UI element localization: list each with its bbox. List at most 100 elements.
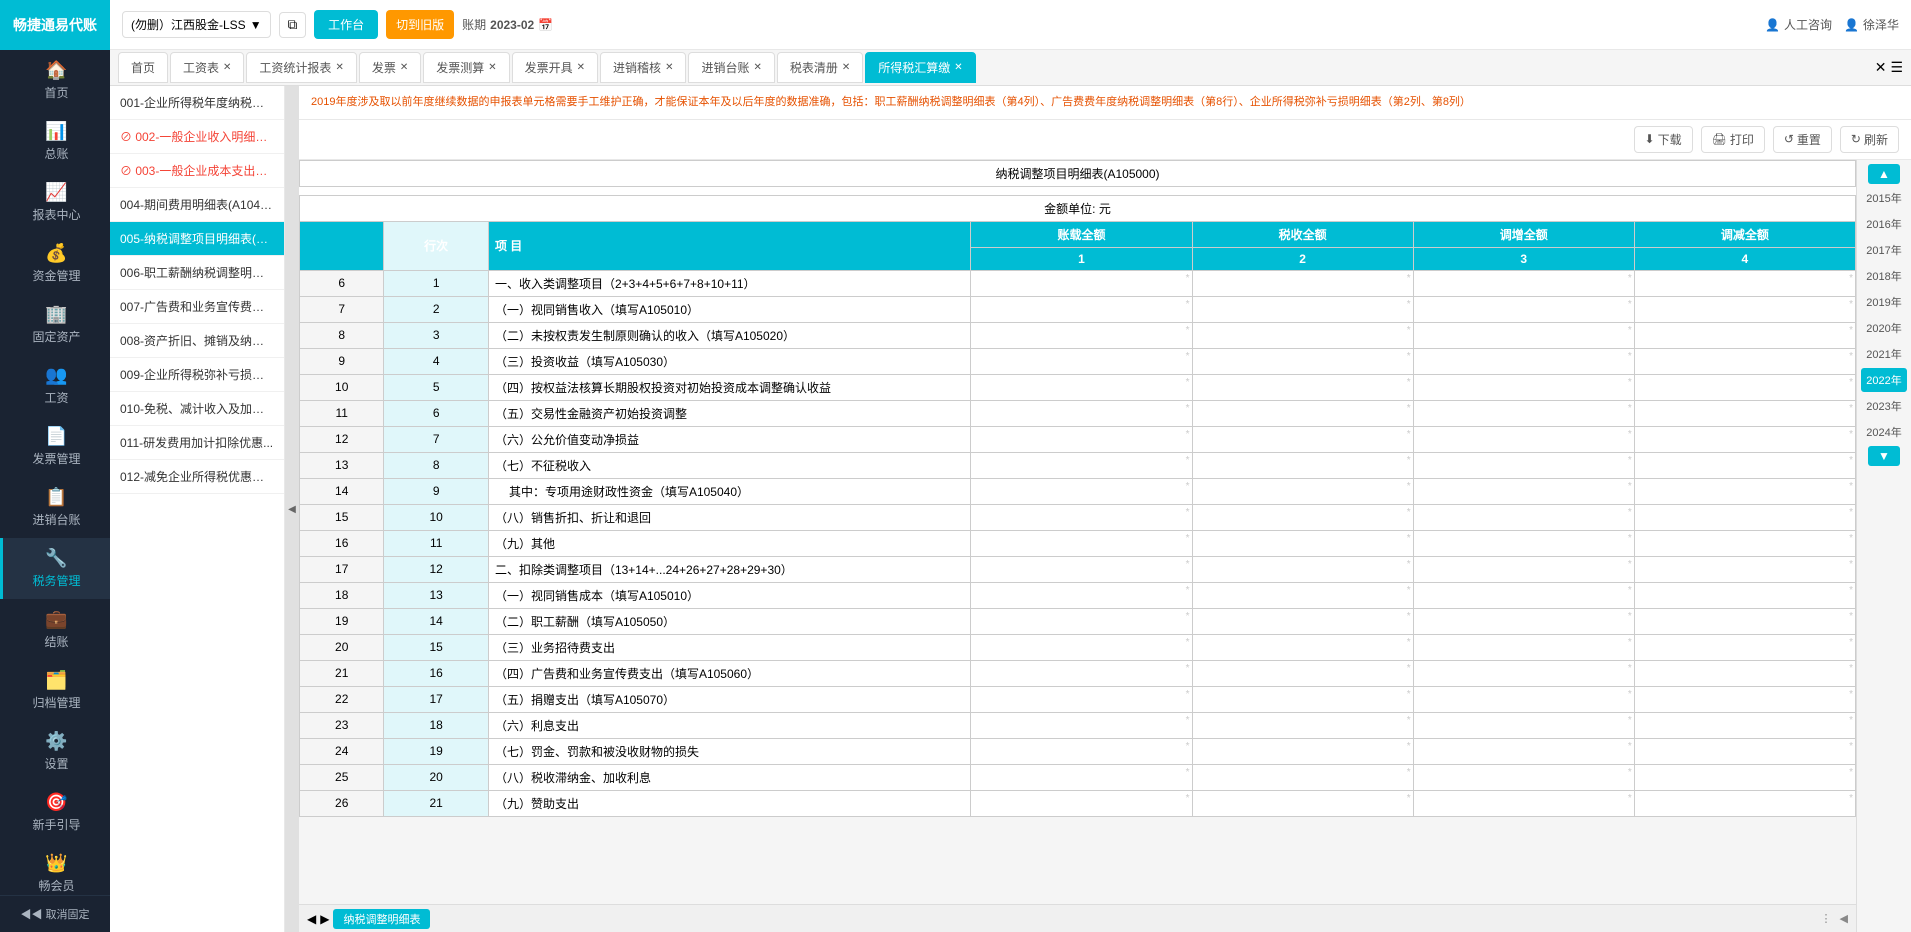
cell-9-c3[interactable] [1413,478,1634,504]
tab-invoice[interactable]: 发票✕ [359,52,421,83]
cell-21-c2[interactable] [1192,790,1413,816]
cell-1-c3[interactable] [1413,270,1634,296]
year-2022[interactable]: 2022年 [1861,368,1907,392]
old-version-button[interactable]: 切到旧版 [386,10,454,39]
cell-4-c1[interactable] [971,348,1192,374]
sub-nav-item-003[interactable]: ⊘ 003-一般企业成本支出明细... [110,154,284,188]
cell-5-c1[interactable] [971,374,1192,400]
cell-15-c3[interactable] [1413,634,1634,660]
sidebar-item-assets[interactable]: 🏢 固定资产 [0,294,110,355]
sub-nav-item-006[interactable]: 006-职工薪酬纳税调整明细... [110,256,284,290]
cell-1-c2[interactable] [1192,270,1413,296]
year-2018[interactable]: 2018年 [1861,264,1907,288]
cell-4-c3[interactable] [1413,348,1634,374]
cell-3-c2[interactable] [1192,322,1413,348]
sidebar-item-ledger[interactable]: 📊 总账 [0,111,110,172]
tab-invoice-calc[interactable]: 发票测算✕ [423,52,509,83]
cell-21-c3[interactable] [1413,790,1634,816]
tab-close-ledger[interactable]: ✕ [753,62,761,73]
cell-13-c1[interactable] [971,582,1192,608]
sidebar-item-archive[interactable]: 🗂️ 归档管理 [0,660,110,721]
sheet-tab-item[interactable]: 纳税调整明细表 [333,909,430,929]
cell-12-c1[interactable] [971,556,1192,582]
cell-13-c4[interactable] [1634,582,1855,608]
tab-tax-list[interactable]: 税表清册✕ [777,52,863,83]
sub-nav-item-005[interactable]: 005-纳税调整项目明细表(A1... [110,222,284,256]
tab-close-invoice-issue[interactable]: ✕ [577,62,585,73]
cell-11-c4[interactable] [1634,530,1855,556]
cell-2-c1[interactable] [971,296,1192,322]
cell-9-c1[interactable] [971,478,1192,504]
cell-16-c3[interactable] [1413,660,1634,686]
cell-20-c4[interactable] [1634,764,1855,790]
user-service[interactable]: 👤 人工咨询 [1765,16,1832,33]
sub-nav-item-001[interactable]: 001-企业所得税年度纳税申... [110,86,284,120]
cell-12-c2[interactable] [1192,556,1413,582]
cell-7-c1[interactable] [971,426,1192,452]
cell-18-c2[interactable] [1192,712,1413,738]
cell-19-c1[interactable] [971,738,1192,764]
year-2021[interactable]: 2021年 [1861,342,1907,366]
cell-19-c2[interactable] [1192,738,1413,764]
prev-sheet-icon[interactable]: ◀ [307,912,316,926]
cell-19-c3[interactable] [1413,738,1634,764]
cell-14-c3[interactable] [1413,608,1634,634]
cell-18-c3[interactable] [1413,712,1634,738]
next-sheet-icon[interactable]: ▶ [320,912,329,926]
cell-7-c4[interactable] [1634,426,1855,452]
sidebar-item-closeaccount[interactable]: 💼 结账 [0,599,110,660]
cell-9-c4[interactable] [1634,478,1855,504]
tab-payroll-stat[interactable]: 工资统计报表✕ [246,52,356,83]
cell-8-c4[interactable] [1634,452,1855,478]
tab-audit[interactable]: 进销稽核✕ [600,52,686,83]
year-2017[interactable]: 2017年 [1861,238,1907,262]
cell-14-c2[interactable] [1192,608,1413,634]
cell-6-c1[interactable] [971,400,1192,426]
print-button[interactable]: 🖨 打印 [1701,126,1765,153]
sub-nav-item-010[interactable]: 010-免税、减计收入及加计... [110,392,284,426]
calendar-icon[interactable]: 📅 [538,18,553,32]
cell-18-c4[interactable] [1634,712,1855,738]
cell-14-c1[interactable] [971,608,1192,634]
cell-6-c3[interactable] [1413,400,1634,426]
reset-button[interactable]: ↺ 重置 [1773,126,1832,153]
cell-11-c3[interactable] [1413,530,1634,556]
cell-15-c4[interactable] [1634,634,1855,660]
cell-14-c4[interactable] [1634,608,1855,634]
sidebar-item-invoice[interactable]: 📄 发票管理 [0,416,110,477]
tab-close-payroll-stat[interactable]: ✕ [335,62,343,73]
cell-4-c2[interactable] [1192,348,1413,374]
year-2015[interactable]: 2015年 [1861,186,1907,210]
tab-payroll[interactable]: 工资表✕ [170,52,244,83]
tab-close-income-tax[interactable]: ✕ [954,62,962,73]
sub-nav-item-008[interactable]: 008-资产折旧、摊销及纳税... [110,324,284,358]
tab-close-tax-list[interactable]: ✕ [842,62,850,73]
refresh-button[interactable]: ↻ 刷新 [1840,126,1899,153]
cell-7-c3[interactable] [1413,426,1634,452]
cell-13-c3[interactable] [1413,582,1634,608]
copy-icon-button[interactable]: ⧉ [279,12,307,38]
cell-2-c4[interactable] [1634,296,1855,322]
sidebar-item-sales[interactable]: 📋 进销台账 [0,477,110,538]
cell-18-c1[interactable] [971,712,1192,738]
sub-nav-item-002[interactable]: ⊘ 002-一般企业收入明细表(A1... [110,120,284,154]
sub-nav-item-004[interactable]: 004-期间费用明细表(A1040... [110,188,284,222]
cell-13-c2[interactable] [1192,582,1413,608]
tab-close-invoice[interactable]: ✕ [400,62,408,73]
cell-3-c3[interactable] [1413,322,1634,348]
tab-close-payroll[interactable]: ✕ [223,62,231,73]
tab-ledger[interactable]: 进销台账✕ [688,52,774,83]
sidebar-item-home[interactable]: 🏠 首页 [0,50,110,111]
cell-10-c1[interactable] [971,504,1192,530]
scroll-left[interactable]: ◀ [1840,912,1848,925]
cell-4-c4[interactable] [1634,348,1855,374]
tab-home[interactable]: 首页 [118,52,168,83]
sidebar-item-vip[interactable]: 👑 畅会员 [0,843,110,895]
sub-nav-item-009[interactable]: 009-企业所得税弥补亏损明... [110,358,284,392]
tab-income-tax[interactable]: 所得税汇算缴✕ [865,52,975,83]
user-avatar[interactable]: 👤 徐泽华 [1844,16,1899,33]
year-2023[interactable]: 2023年 [1861,394,1907,418]
cell-12-c3[interactable] [1413,556,1634,582]
tab-close-all[interactable]: ✕ [1875,59,1887,76]
cell-16-c1[interactable] [971,660,1192,686]
